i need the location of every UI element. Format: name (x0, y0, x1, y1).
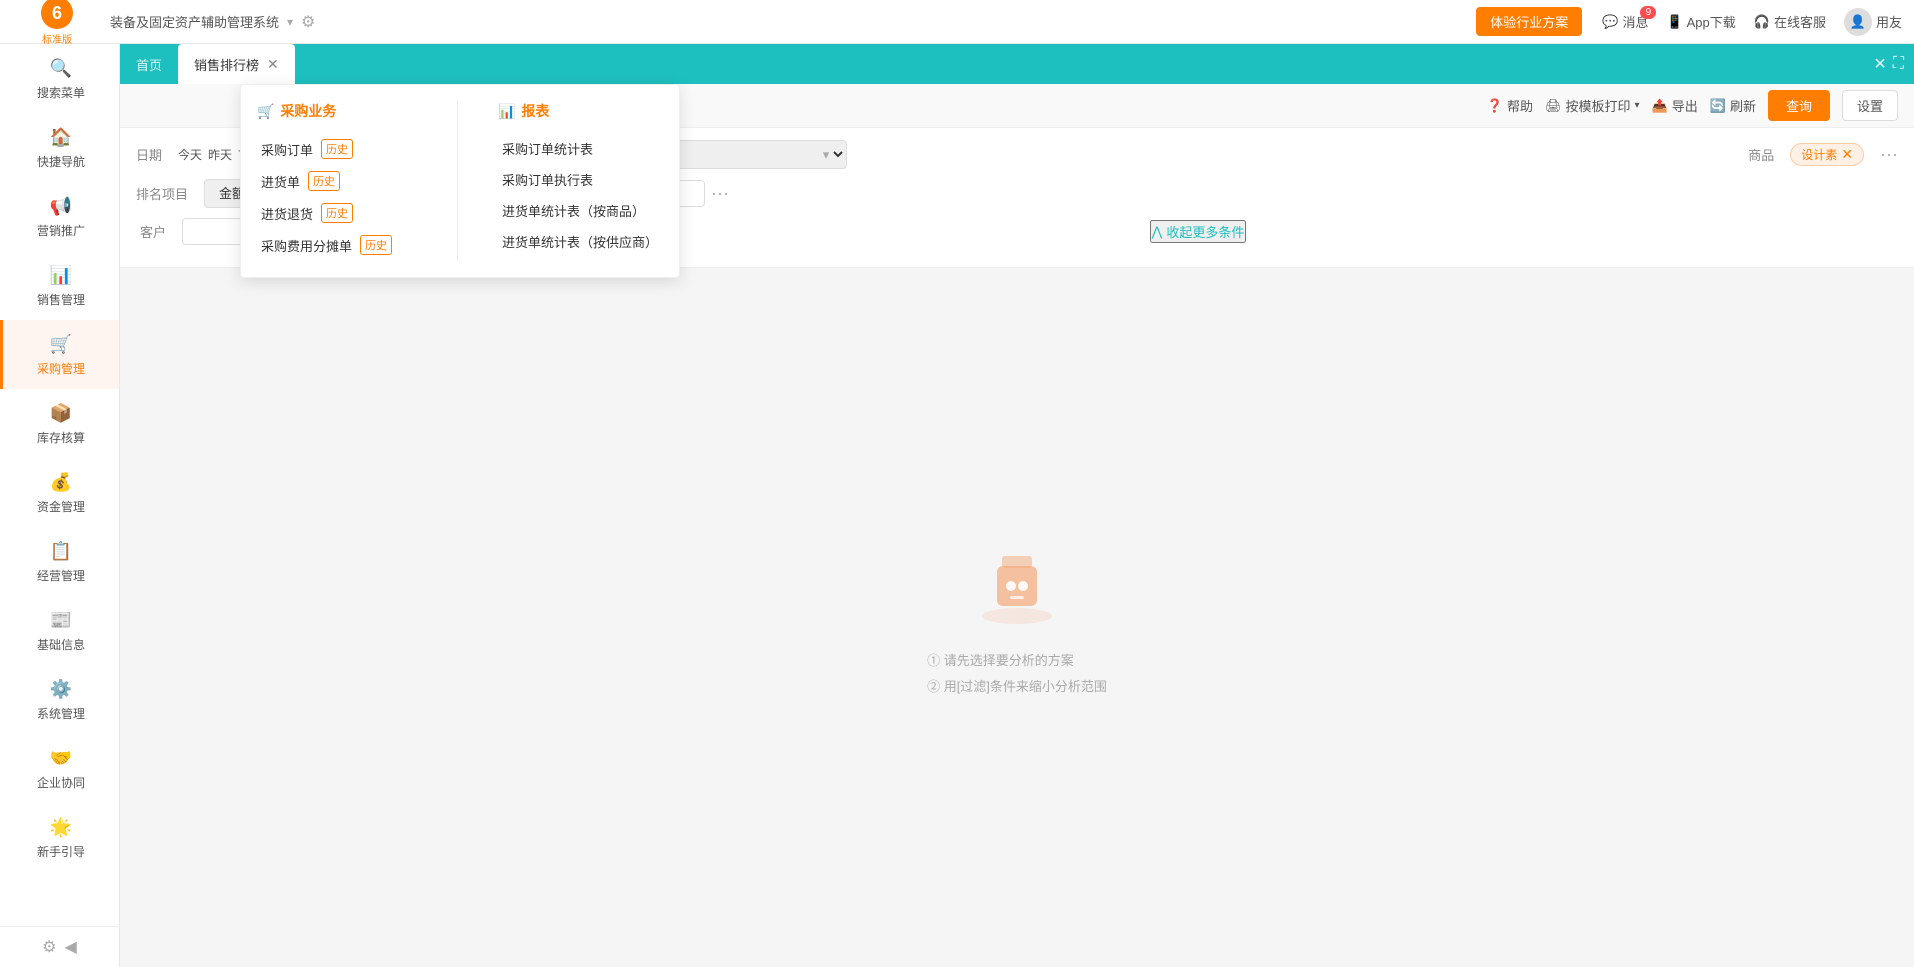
dropdown-item-report-1[interactable]: 采购订单统计表 (498, 133, 662, 164)
dropdown-divider (457, 101, 458, 261)
purchase-col-title: 🛒 采购业务 (257, 101, 417, 121)
dropdown-item-purchase-order[interactable]: 采购订单 历史 (257, 133, 417, 165)
main: 首页 销售排行榜 ✕ ✕ ⛶ ❓ 帮助 🖨 按模板打印 ▾ 📤 (120, 44, 1914, 967)
purchase-col: 🛒 采购业务 采购订单 历史 进货单 历史 进货退货 历史 采购费用分摊单 (257, 101, 417, 261)
dropdown-item-purchase-expense[interactable]: 采购费用分摊单 历史 (257, 229, 417, 261)
history-badge-0: 历史 (321, 139, 353, 159)
purchase-dropdown: 🛒 采购业务 采购订单 历史 进货单 历史 进货退货 历史 采购费用分摊单 (240, 84, 680, 278)
report-col: 📊 报表 采购订单统计表 采购订单执行表 进货单统计表（按商品） 进货单统计表（… (498, 101, 662, 261)
report-col-title: 📊 报表 (498, 101, 662, 121)
history-badge-1: 历史 (308, 171, 340, 191)
dropdown-item-purchase-receipt[interactable]: 进货单 历史 (257, 165, 417, 197)
report-section-icon: 📊 (498, 103, 515, 120)
dropdown-item-report-4[interactable]: 进货单统计表（按供应商） (498, 226, 662, 257)
history-badge-3: 历史 (360, 235, 392, 255)
layout: 🔍 搜索菜单 🏠 快捷导航 📢 营销推广 📊 销售管理 🛒 采购管理 📦 库存核… (0, 44, 1914, 967)
purchase-section-icon: 🛒 (257, 103, 274, 120)
history-badge-2: 历史 (321, 203, 353, 223)
dropdown-item-purchase-return[interactable]: 进货退货 历史 (257, 197, 417, 229)
dropdown-item-report-2[interactable]: 采购订单执行表 (498, 164, 662, 195)
dropdown-item-report-3[interactable]: 进货单统计表（按商品） (498, 195, 662, 226)
